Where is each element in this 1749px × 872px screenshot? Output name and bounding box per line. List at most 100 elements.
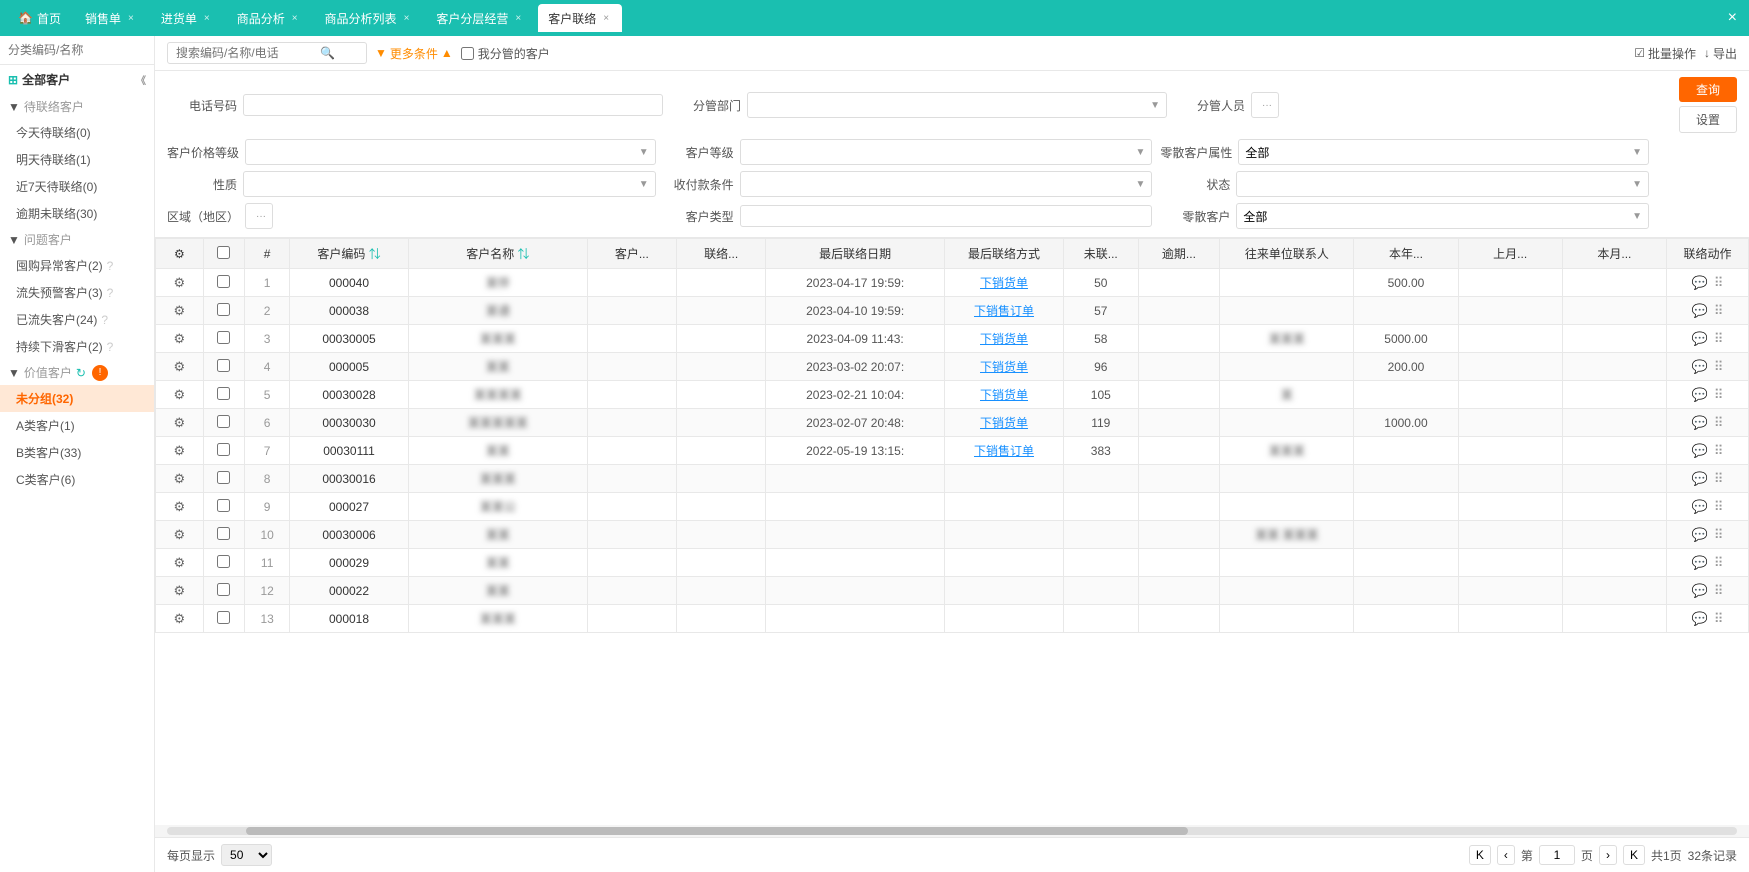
contact-icon[interactable]: 💬 [1692,555,1708,571]
row-checkbox[interactable] [217,471,230,484]
more-conditions-button[interactable]: ▼ 更多条件 ▲ [375,45,453,62]
cell-checkbox[interactable] [203,353,245,381]
sidebar-item-c-class[interactable]: C类客户(6) [0,466,154,493]
cell-settings[interactable]: ⚙ [156,325,204,353]
contact-icon[interactable]: 💬 [1692,583,1708,599]
cell-lastmethod[interactable] [944,577,1063,605]
dept-select[interactable]: ▼ [747,92,1167,118]
customer-level-select[interactable]: ▼ [740,139,1153,165]
more-actions-icon[interactable]: ⠿ [1714,583,1724,599]
close-customer-segment-icon[interactable]: × [512,12,524,25]
more-actions-icon[interactable]: ⠿ [1714,387,1724,403]
close-customer-contact-icon[interactable]: × [600,12,612,25]
row-gear-icon[interactable]: ⚙ [173,499,185,514]
close-purchase-icon[interactable]: × [201,12,213,25]
sidebar-collapse-icon[interactable]: 《 [136,72,146,87]
cell-settings[interactable]: ⚙ [156,437,204,465]
cell-checkbox[interactable] [203,577,245,605]
payment-select[interactable]: ▼ [740,171,1153,197]
row-checkbox[interactable] [217,275,230,288]
export-button[interactable]: ↓ 导出 [1704,45,1737,62]
query-button[interactable]: 查询 [1679,77,1737,102]
nav-tab-analysis-list[interactable]: 商品分析列表 × [315,4,423,32]
cell-checkbox[interactable] [203,381,245,409]
more-actions-icon[interactable]: ⠿ [1714,471,1724,487]
cell-lastmethod[interactable]: 下销货单 [944,381,1063,409]
per-page-select[interactable]: 50 100 [221,844,272,866]
close-all-icon[interactable]: × [1724,5,1741,31]
cell-lastmethod[interactable]: 下销货单 [944,269,1063,297]
row-gear-icon[interactable]: ⚙ [173,443,185,458]
row-gear-icon[interactable]: ⚙ [173,387,185,402]
cell-checkbox[interactable] [203,269,245,297]
th-checkbox[interactable] [203,239,245,269]
nature-select[interactable]: ▼ [243,171,656,197]
cell-lastmethod[interactable]: 下销货单 [944,353,1063,381]
row-gear-icon[interactable]: ⚙ [173,331,185,346]
row-gear-icon[interactable]: ⚙ [173,611,185,626]
close-analysis-icon[interactable]: × [289,12,301,25]
cell-checkbox[interactable] [203,549,245,577]
nav-tab-purchase[interactable]: 进货单 × [151,4,223,32]
sidebar-item-b-class[interactable]: B类客户(33) [0,439,154,466]
cell-lastmethod[interactable] [944,521,1063,549]
cell-lastmethod[interactable]: 下销货单 [944,325,1063,353]
contact-icon[interactable]: 💬 [1692,443,1708,459]
cell-settings[interactable]: ⚙ [156,549,204,577]
cell-checkbox[interactable] [203,493,245,521]
page-number-input[interactable] [1539,845,1575,865]
nav-tab-analysis[interactable]: 商品分析 × [227,4,311,32]
cell-checkbox[interactable] [203,409,245,437]
cell-settings[interactable]: ⚙ [156,465,204,493]
cell-settings[interactable]: ⚙ [156,269,204,297]
th-settings[interactable]: ⚙ [156,239,204,269]
th-code[interactable]: 客户编码 ⇅ [289,239,408,269]
prev-page-button[interactable]: ‹ [1497,845,1515,865]
sidebar-item-declining[interactable]: 持续下滑客户(2) ? [0,333,154,360]
cell-checkbox[interactable] [203,465,245,493]
row-gear-icon[interactable]: ⚙ [173,471,185,486]
row-checkbox[interactable] [217,527,230,540]
cell-settings[interactable]: ⚙ [156,409,204,437]
more-actions-icon[interactable]: ⠿ [1714,331,1724,347]
nav-tab-customer-segment[interactable]: 客户分层经营 × [426,4,534,32]
more-actions-icon[interactable]: ⠿ [1714,303,1724,319]
nav-tab-sales[interactable]: 销售单 × [75,4,147,32]
row-checkbox[interactable] [217,387,230,400]
contact-icon[interactable]: 💬 [1692,359,1708,375]
more-actions-icon[interactable]: ⠿ [1714,443,1724,459]
close-analysis-list-icon[interactable]: × [401,12,413,25]
close-sales-icon[interactable]: × [125,12,137,25]
cell-checkbox[interactable] [203,325,245,353]
cell-checkbox[interactable] [203,521,245,549]
contact-icon[interactable]: 💬 [1692,387,1708,403]
row-checkbox[interactable] [217,359,230,372]
horizontal-scrollbar[interactable] [167,827,1737,835]
sidebar-item-attrition-warning[interactable]: 流失预警客户(3) ? [0,279,154,306]
first-page-button[interactable]: K [1469,845,1491,865]
price-level-select[interactable]: ▼ [245,139,656,165]
sidebar-item-a-class[interactable]: A类客户(1) [0,412,154,439]
nav-tab-home[interactable]: 🏠 首页 [8,4,71,32]
row-checkbox[interactable] [217,499,230,512]
my-customers-checkbox[interactable] [461,47,474,60]
select-all-checkbox[interactable] [217,246,230,259]
next-page-button[interactable]: › [1599,845,1617,865]
sidebar-item-tomorrow[interactable]: 明天待联络(1) [0,146,154,173]
person-select[interactable]: ··· [1251,92,1279,118]
last-page-button[interactable]: K [1623,845,1645,865]
all-customers-header[interactable]: ⊞ 全部客户 《 [0,65,154,94]
more-actions-icon[interactable]: ⠿ [1714,275,1724,291]
row-gear-icon[interactable]: ⚙ [173,303,185,318]
sidebar-item-ungraded[interactable]: 未分组(32) [0,385,154,412]
row-gear-icon[interactable]: ⚙ [173,415,185,430]
batch-op-button[interactable]: ☑ 批量操作 [1634,45,1696,62]
cell-lastmethod[interactable]: 下销售订单 [944,437,1063,465]
row-checkbox[interactable] [217,555,230,568]
cell-settings[interactable]: ⚙ [156,353,204,381]
row-checkbox[interactable] [217,443,230,456]
contact-icon[interactable]: 💬 [1692,415,1708,431]
contact-icon[interactable]: 💬 [1692,275,1708,291]
row-checkbox[interactable] [217,331,230,344]
row-gear-icon[interactable]: ⚙ [173,275,185,290]
